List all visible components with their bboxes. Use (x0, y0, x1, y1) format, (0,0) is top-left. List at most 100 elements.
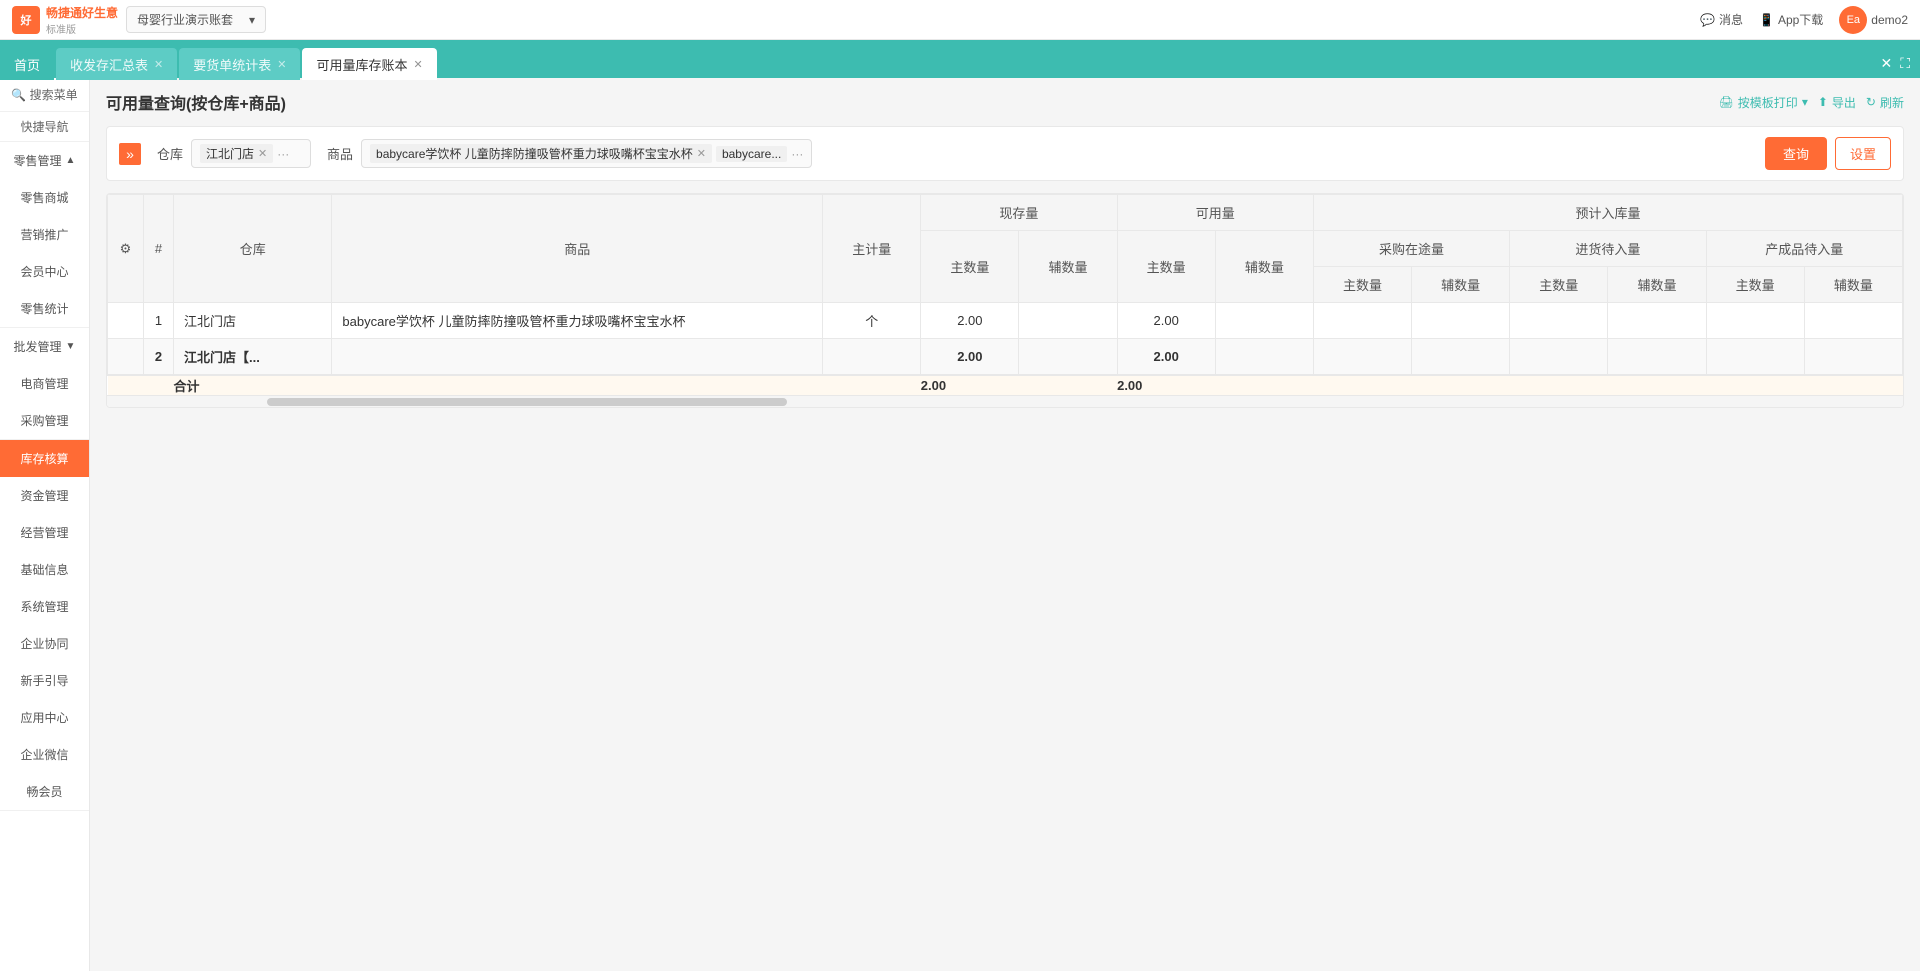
footer-label: 合计 (174, 375, 921, 395)
filter-area: » 仓库 江北门店 ✕ ··· 商品 babycare学饮杯 儿童防摔防撞吸管杯… (106, 126, 1904, 181)
tab-inventory[interactable]: 可用量库存账本 ✕ (302, 48, 436, 80)
sidebar-item-label: 营销推广 (20, 226, 68, 243)
sidebar-item-label: 零售商城 (20, 189, 68, 206)
sidebar-item-label: 资金管理 (20, 487, 68, 504)
cell-index: 1 (144, 303, 174, 339)
sidebar-item-vip[interactable]: 畅会员 (0, 773, 89, 810)
data-table: ⚙ # 仓库 商品 主计量 现存量 (107, 194, 1903, 395)
sidebar-item-label: 零售管理 (14, 152, 62, 169)
sidebar-item-app-center[interactable]: 应用中心 (0, 699, 89, 736)
sidebar-item-retail-mall[interactable]: 零售商城 (0, 179, 89, 216)
cell-avail-main: 2.00 (1117, 303, 1215, 339)
sidebar-item-retail-stats[interactable]: 零售统计 (0, 290, 89, 327)
close-inventory-tab[interactable]: ✕ (414, 58, 423, 71)
industry-selector[interactable]: 母婴行业演示账套 ▾ (126, 6, 266, 33)
more-products-btn[interactable]: ··· (791, 147, 803, 161)
sidebar-search[interactable]: 🔍 搜索菜单 (0, 78, 89, 112)
print-btn[interactable]: 🖨 按模板打印 ▾ (1719, 94, 1808, 111)
export-btn[interactable]: ⬆ 导出 (1818, 94, 1856, 111)
th-gear[interactable]: ⚙ (108, 195, 144, 303)
maximize-icon[interactable]: ⛶ (1900, 55, 1910, 72)
sidebar-item-retail-mgmt[interactable]: 零售管理 ▲ (0, 142, 89, 179)
sidebar-item-system[interactable]: 系统管理 (0, 588, 89, 625)
app-download-btn[interactable]: 📱 App下载 (1759, 11, 1823, 28)
footer-stock-aux (1019, 375, 1117, 395)
filter-expand-btn[interactable]: » (119, 143, 141, 165)
th-warehouse: 仓库 (174, 195, 332, 303)
close-all-tabs[interactable]: ✕ (1880, 55, 1892, 72)
th-available-group: 可用量 (1117, 195, 1313, 231)
printer-icon: 🖨 (1719, 95, 1734, 109)
tab-home[interactable]: 首页 (0, 48, 54, 80)
sidebar-item-marketing[interactable]: 营销推广 (0, 216, 89, 253)
export-icon: ⬆ (1818, 95, 1828, 109)
cell-stock-main: 2.00 (921, 303, 1019, 339)
product-input[interactable]: babycare学饮杯 儿童防摔防撞吸管杯重力球吸嘴杯宝宝水杯 ✕ babyca… (361, 139, 812, 168)
more-warehouses-btn[interactable]: ··· (277, 147, 289, 161)
sidebar-item-label: 应用中心 (20, 709, 68, 726)
user-menu[interactable]: Ea demo2 (1839, 6, 1908, 34)
sidebar-item-basic-info[interactable]: 基础信息 (0, 551, 89, 588)
warehouse-input[interactable]: 江北门店 ✕ ··· (191, 139, 311, 168)
footer-stock-main: 2.00 (921, 375, 1019, 395)
sidebar-item-purchase[interactable]: 采购管理 (0, 402, 89, 439)
footer-purchase-aux (1412, 375, 1510, 395)
sidebar-item-ecommerce[interactable]: 电商管理 (0, 365, 89, 402)
cell-gear (108, 303, 144, 339)
tab-receipts[interactable]: 收发存汇总表 ✕ (56, 48, 177, 80)
sidebar-item-newbie[interactable]: 新手引导 (0, 662, 89, 699)
gear-icon[interactable]: ⚙ (120, 241, 132, 256)
table-row: 1 江北门店 babycare学饮杯 儿童防摔防撞吸管杯重力球吸嘴杯宝宝水杯 个… (108, 303, 1903, 339)
tab-orders[interactable]: 要货单统计表 ✕ (179, 48, 300, 80)
main-layout: 🔍 搜索菜单 快捷导航 零售管理 ▲ 零售商城 营销推广 会员中心 零售统计 (0, 78, 1920, 971)
th-planned-group: 预计入库量 (1313, 195, 1902, 231)
message-btn[interactable]: 💬 消息 (1700, 11, 1743, 28)
sidebar-item-enterprise[interactable]: 企业协同 (0, 625, 89, 662)
sidebar-section: 零售管理 ▲ 零售商城 营销推广 会员中心 零售统计 (0, 142, 89, 328)
cell-avail-aux (1215, 339, 1313, 376)
sidebar-item-label: 新手引导 (20, 672, 68, 689)
cell-purchase-main (1313, 339, 1411, 376)
th-purchase-aux: 辅数量 (1412, 267, 1510, 303)
cell-production-aux (1804, 303, 1902, 339)
remove-product-tag[interactable]: ✕ (697, 147, 706, 160)
footer-incoming-main (1510, 375, 1608, 395)
close-orders-tab[interactable]: ✕ (277, 58, 286, 71)
cell-production-main (1706, 303, 1804, 339)
sidebar-item-finance[interactable]: 资金管理 (0, 477, 89, 514)
footer-purchase-main (1313, 375, 1411, 395)
settings-btn[interactable]: 设置 (1835, 137, 1891, 170)
table-container: ⚙ # 仓库 商品 主计量 现存量 (106, 193, 1904, 408)
footer-incoming-aux (1608, 375, 1706, 395)
footer-avail-aux (1215, 375, 1313, 395)
remove-warehouse-tag[interactable]: ✕ (258, 147, 267, 160)
th-stock-group: 现存量 (921, 195, 1117, 231)
th-main-unit: 主计量 (823, 195, 921, 303)
home-tab-label: 首页 (14, 55, 40, 74)
top-bar: 好 畅捷通好生意 标准版 母婴行业演示账套 ▾ 💬 消息 📱 App下载 Ea … (0, 0, 1920, 40)
cell-incoming-aux (1608, 303, 1706, 339)
th-production-group: 产成品待入量 (1706, 231, 1902, 267)
cell-unit (823, 339, 921, 376)
refresh-btn[interactable]: ↻ 刷新 (1866, 94, 1904, 111)
sidebar-item-member[interactable]: 会员中心 (0, 253, 89, 290)
cell-unit: 个 (823, 303, 921, 339)
close-receipts-tab[interactable]: ✕ (154, 58, 163, 71)
footer-avail-main: 2.00 (1117, 375, 1215, 395)
scroll-thumb[interactable] (267, 398, 787, 406)
table-footer: 合计 2.00 2.00 (108, 375, 1903, 395)
sidebar-item-operations[interactable]: 经营管理 (0, 514, 89, 551)
horizontal-scrollbar[interactable] (107, 395, 1903, 407)
cell-index: 2 (144, 339, 174, 376)
query-btn[interactable]: 查询 (1765, 137, 1827, 170)
product-label: 商品 (327, 144, 353, 163)
page-header: 可用量查询(按仓库+商品) 🖨 按模板打印 ▾ ⬆ 导出 ↻ 刷新 (106, 90, 1904, 114)
sidebar-item-enterprise-wechat[interactable]: 企业微信 (0, 736, 89, 773)
sidebar-item-inventory-check[interactable]: 库存核算 (0, 440, 89, 477)
sidebar-item-label: 基础信息 (20, 561, 68, 578)
th-purchase-group: 采购在途量 (1313, 231, 1509, 267)
table-row: 2 江北门店【... 2.00 2.00 (108, 339, 1903, 376)
sidebar-nav[interactable]: 快捷导航 (0, 112, 89, 142)
chevron-icon: ▼ (66, 341, 76, 352)
sidebar-item-wholesale[interactable]: 批发管理 ▼ (0, 328, 89, 365)
